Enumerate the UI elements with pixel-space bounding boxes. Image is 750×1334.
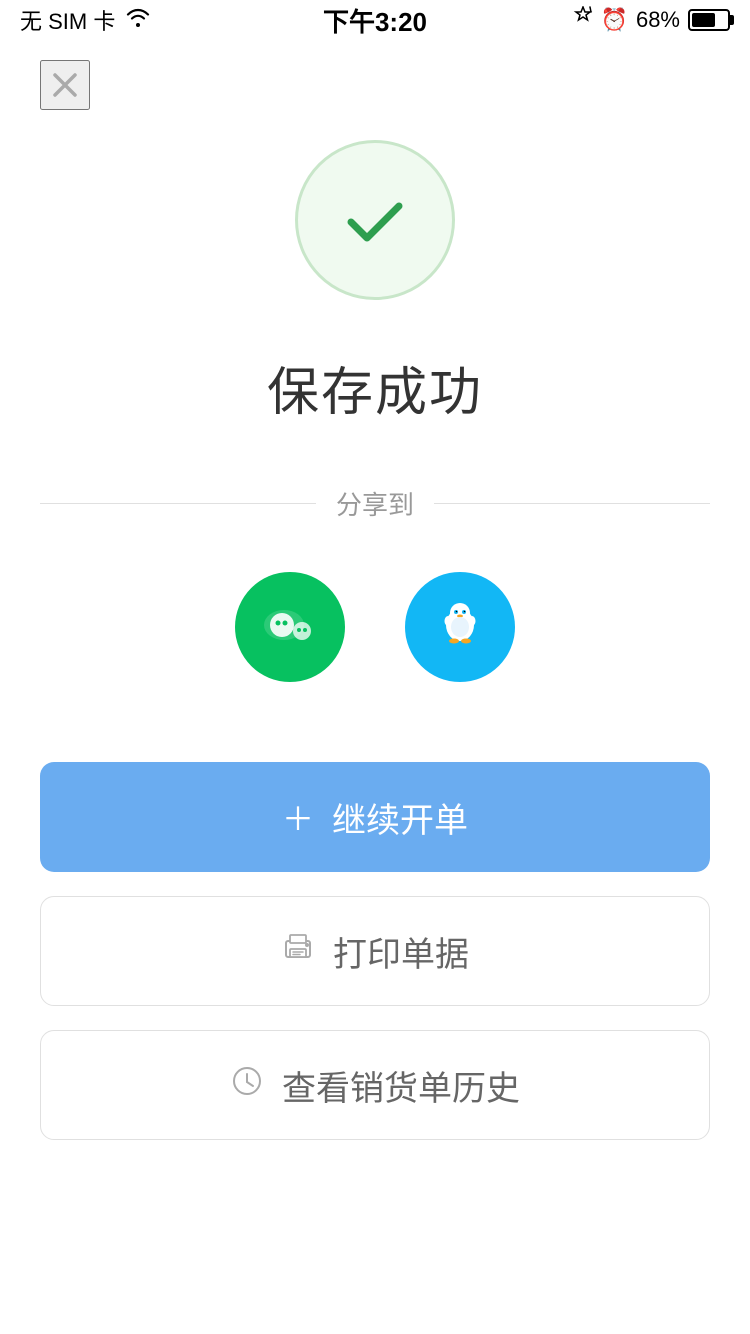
battery-fill	[692, 13, 715, 27]
alarm-icon: ⏰	[601, 7, 628, 33]
battery-percent: 68%	[636, 7, 680, 33]
clock-icon	[230, 1064, 264, 1106]
success-circle	[295, 140, 455, 300]
print-receipt-button[interactable]: 打印单据	[40, 896, 710, 1006]
printer-icon	[281, 931, 315, 971]
continue-order-label: 继续开单	[332, 793, 468, 842]
share-icons-container	[235, 572, 515, 682]
wechat-share-button[interactable]	[235, 572, 345, 682]
close-button[interactable]	[40, 60, 90, 110]
status-left: 无 SIM 卡	[20, 4, 151, 36]
share-label: 分享到	[336, 485, 414, 522]
share-divider: 分享到	[40, 485, 710, 522]
print-receipt-label: 打印单据	[333, 927, 469, 976]
continue-order-button[interactable]: ＋ 继续开单	[40, 762, 710, 872]
action-buttons: ＋ 继续开单 打印单据	[40, 762, 710, 1140]
status-bar: 无 SIM 卡 下午3:20 ⏰ 68%	[0, 0, 750, 40]
wechat-icon	[258, 595, 323, 660]
wifi-icon	[125, 7, 151, 33]
battery-icon	[688, 9, 730, 31]
success-title: 保存成功	[267, 350, 483, 425]
status-right: ⏰ 68%	[573, 6, 730, 34]
divider-right	[434, 503, 710, 504]
view-history-label: 查看销货单历史	[282, 1061, 520, 1110]
plus-icon: ＋	[282, 794, 314, 840]
sim-status: 无 SIM 卡	[20, 4, 115, 36]
status-time: 下午3:20	[323, 2, 427, 39]
qq-icon	[428, 595, 493, 660]
close-icon	[47, 67, 83, 103]
view-history-button[interactable]: 查看销货单历史	[40, 1030, 710, 1140]
main-content: 保存成功 分享到	[0, 40, 750, 1334]
divider-left	[40, 503, 316, 504]
location-icon	[573, 6, 593, 34]
checkmark-icon	[335, 180, 415, 260]
qq-share-button[interactable]	[405, 572, 515, 682]
